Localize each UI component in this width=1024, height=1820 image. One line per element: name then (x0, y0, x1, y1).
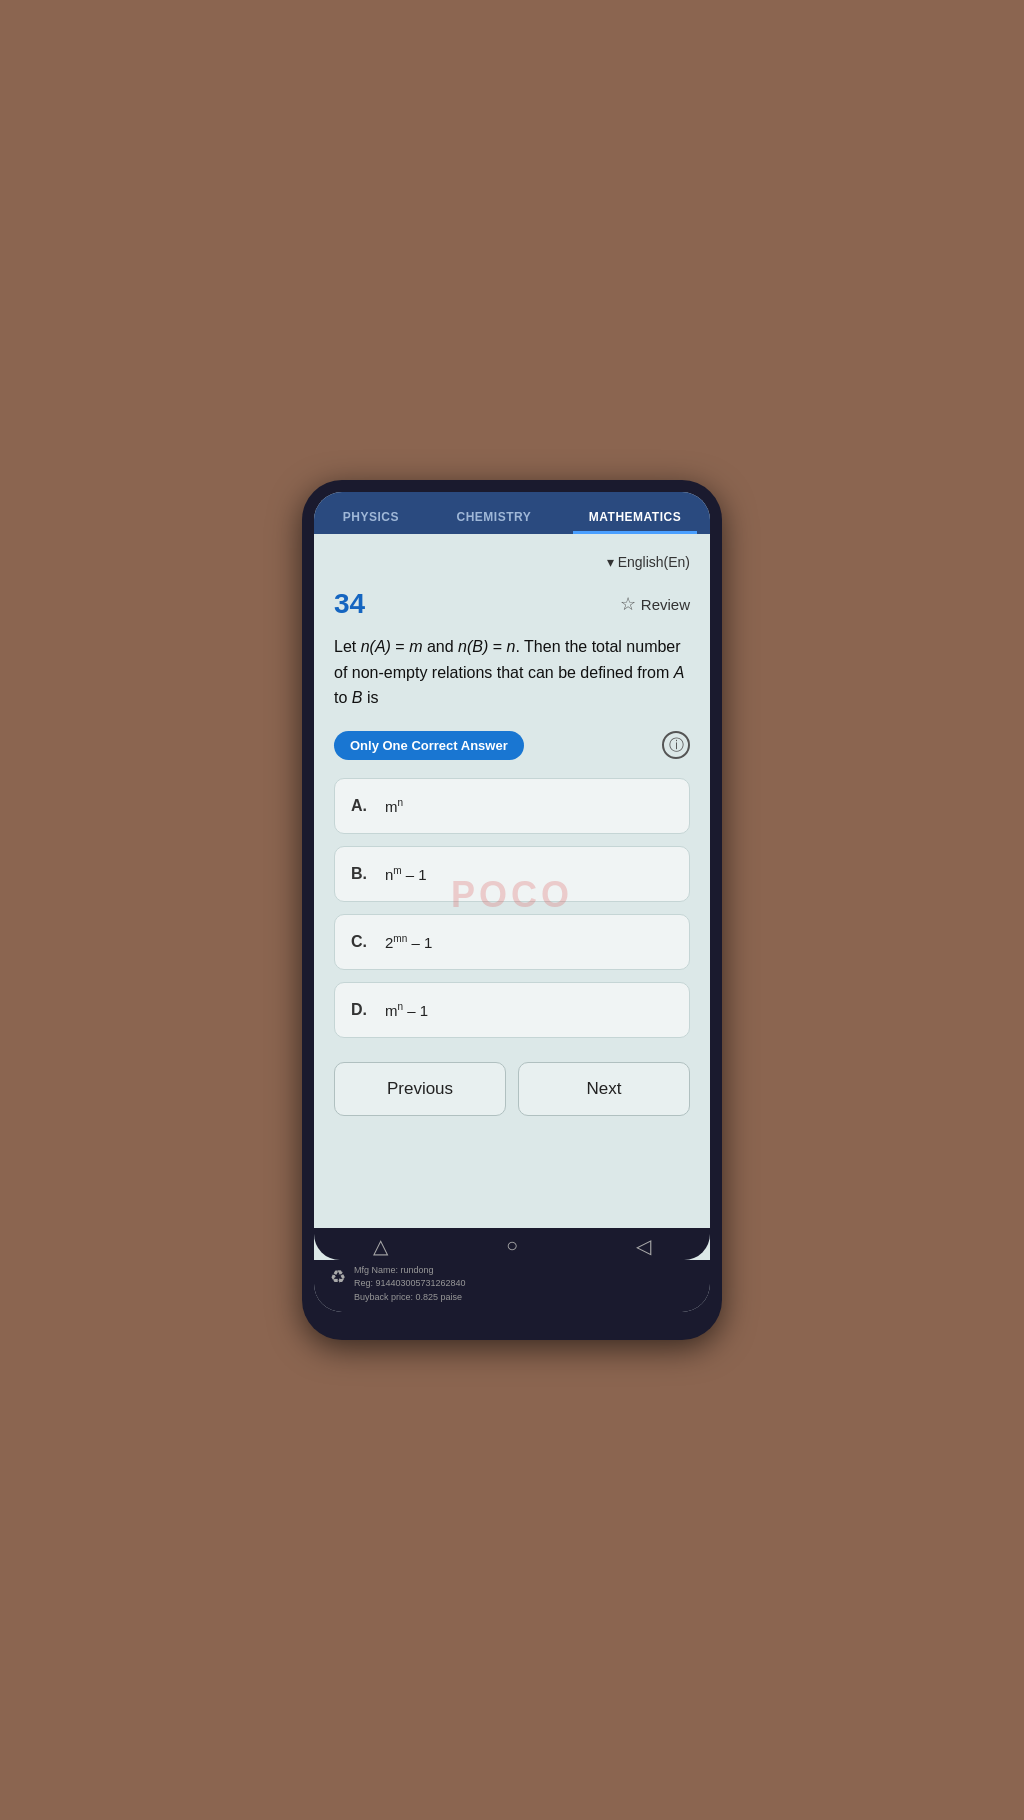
back-icon[interactable]: ◁ (636, 1234, 651, 1258)
option-a-label: A. (351, 797, 371, 815)
home-icon[interactable]: △ (373, 1234, 388, 1258)
language-label[interactable]: English(En) (618, 554, 690, 570)
device-info: ♻ Mfg Name: rundong Reg: 914403005731262… (314, 1260, 710, 1313)
options-container: POCO A. mn B. nm – 1 C. 2mn – 1 (334, 778, 690, 1038)
buyback-label: Buyback price: 0.825 paise (354, 1291, 466, 1305)
answer-type-badge[interactable]: Only One Correct Answer (334, 731, 524, 760)
answer-type-row: Only One Correct Answer ⓘ (334, 731, 690, 760)
tab-physics[interactable]: PHYSICS (327, 502, 415, 534)
recycle-icon: ♻ (330, 1266, 346, 1288)
chevron-down-icon: ▾ (607, 554, 614, 570)
option-d-text: mn – 1 (385, 1001, 428, 1019)
option-a[interactable]: A. mn (334, 778, 690, 834)
option-d[interactable]: D. mn – 1 (334, 982, 690, 1038)
review-button[interactable]: ☆ Review (620, 593, 690, 615)
question-header: 34 ☆ Review (334, 588, 690, 620)
nav-buttons: Previous Next (334, 1062, 690, 1116)
option-b-text: nm – 1 (385, 865, 427, 883)
next-button[interactable]: Next (518, 1062, 690, 1116)
option-c[interactable]: C. 2mn – 1 (334, 914, 690, 970)
language-selector[interactable]: ▾ English(En) (334, 554, 690, 570)
option-c-text: 2mn – 1 (385, 933, 432, 951)
question-number: 34 (334, 588, 365, 620)
previous-button[interactable]: Previous (334, 1062, 506, 1116)
top-navigation: PHYSICS CHEMISTRY MATHEMATICS (314, 492, 710, 534)
tab-mathematics[interactable]: MATHEMATICS (573, 502, 697, 534)
tab-chemistry[interactable]: CHEMISTRY (441, 502, 548, 534)
option-d-label: D. (351, 1001, 371, 1019)
star-icon: ☆ (620, 593, 636, 615)
question-text: Let n(A) = m and n(B) = n. Then the tota… (334, 634, 690, 711)
option-c-label: C. (351, 933, 371, 951)
device-info-text: Mfg Name: rundong Reg: 91440300573126284… (354, 1264, 466, 1305)
mfg-label: Mfg Name: rundong (354, 1264, 466, 1278)
review-label: Review (641, 596, 690, 613)
info-icon[interactable]: ⓘ (662, 731, 690, 759)
phone-screen: PHYSICS CHEMISTRY MATHEMATICS ▾ English(… (314, 492, 710, 1312)
option-b[interactable]: B. nm – 1 (334, 846, 690, 902)
circle-icon[interactable]: ○ (506, 1234, 518, 1257)
option-a-text: mn (385, 797, 403, 815)
option-b-label: B. (351, 865, 371, 883)
phone-device: PHYSICS CHEMISTRY MATHEMATICS ▾ English(… (302, 480, 722, 1340)
reg-label: Reg: 914403005731262840 (354, 1277, 466, 1291)
content-area: ▾ English(En) 34 ☆ Review Let n(A) = m a… (314, 534, 710, 1228)
bottom-nav-bar: △ ○ ◁ (314, 1228, 710, 1260)
